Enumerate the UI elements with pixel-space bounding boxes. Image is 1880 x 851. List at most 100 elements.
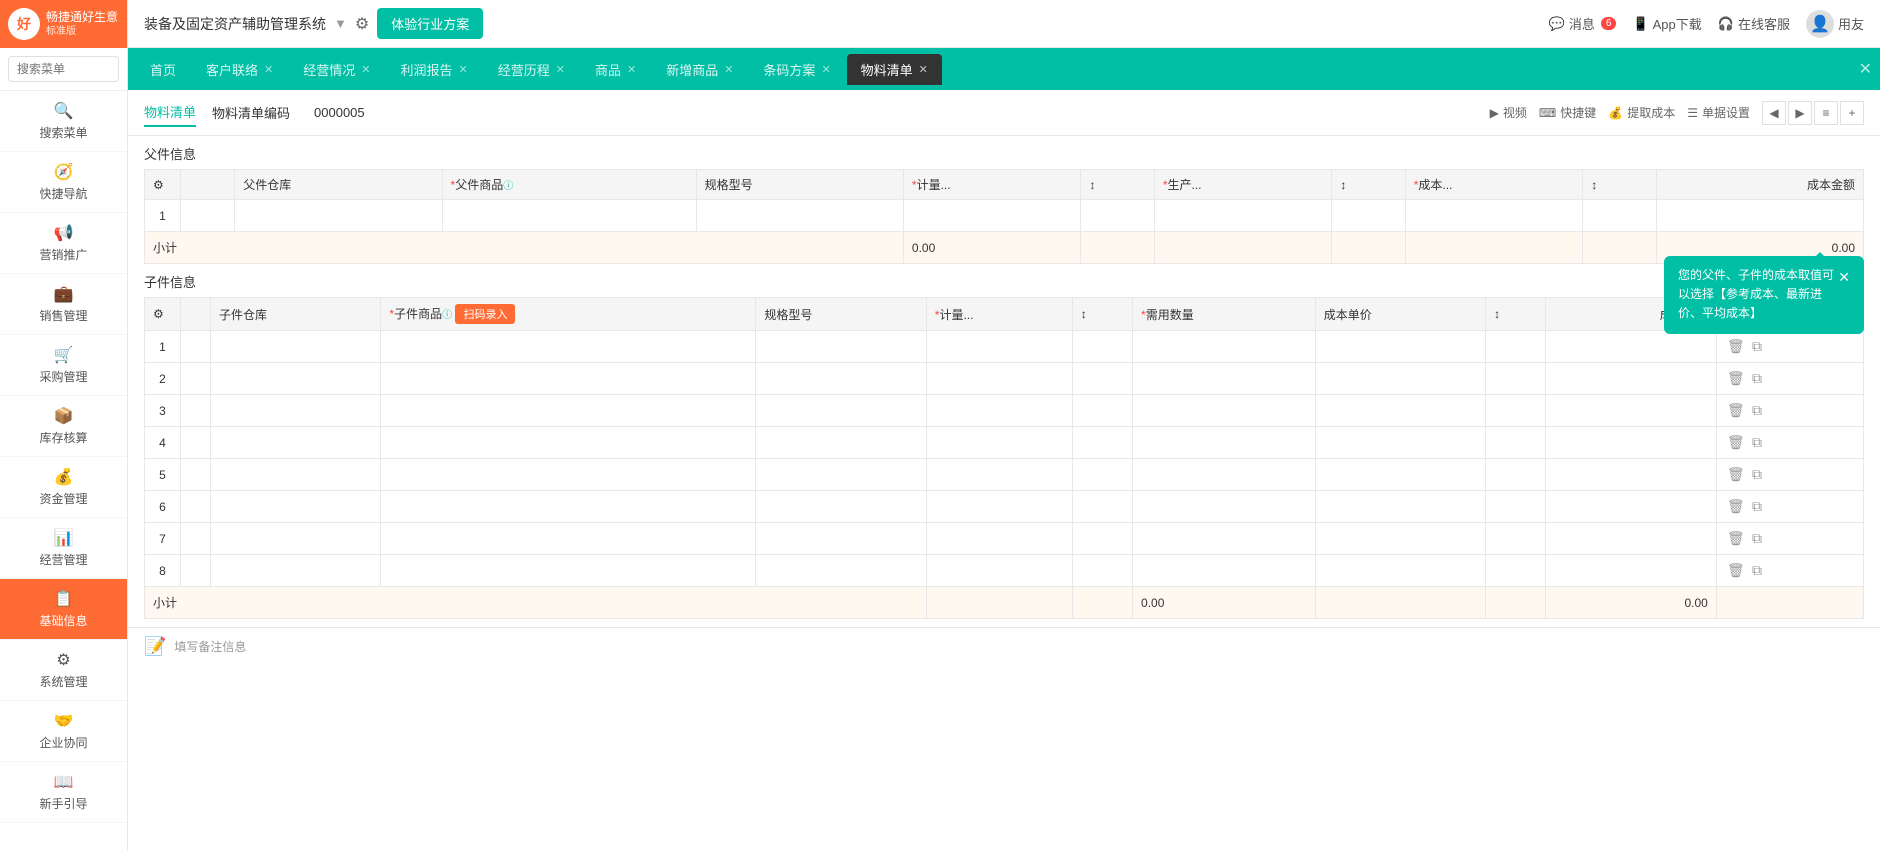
user-item[interactable]: 👤 用友	[1806, 10, 1864, 38]
delete-icon[interactable]: 🗑	[1727, 530, 1745, 546]
tab-close-icon[interactable]: ✕	[361, 63, 370, 76]
parent-row-1-production[interactable]	[1154, 200, 1332, 232]
child-row-3-product[interactable]	[381, 395, 756, 427]
child-th-settings[interactable]: ⚙	[145, 298, 181, 331]
child-row-2-warehouse[interactable]	[211, 363, 381, 395]
sidebar-item-营销推广[interactable]: 📢营销推广	[0, 213, 127, 274]
delete-icon[interactable]: 🗑	[1727, 434, 1745, 450]
child-row-8-unit-price[interactable]	[1315, 555, 1485, 587]
child-row-6-product[interactable]	[381, 491, 756, 523]
child-row-2-qty[interactable]	[1133, 363, 1316, 395]
trial-button[interactable]: 体验行业方案	[377, 8, 483, 39]
child-row-8-unit[interactable]	[926, 555, 1072, 587]
tab-close-icon[interactable]: ✕	[627, 63, 636, 76]
child-row-6-qty[interactable]	[1133, 491, 1316, 523]
sidebar-item-采购管理[interactable]: 🛒采购管理	[0, 335, 127, 396]
child-row-1-spec[interactable]	[756, 331, 926, 363]
copy-icon[interactable]: ⧉	[1752, 402, 1762, 418]
nav-tab-2[interactable]: 经营情况✕	[289, 54, 384, 85]
copy-icon[interactable]: ⧉	[1752, 562, 1762, 578]
sidebar-item-经营管理[interactable]: 📊经营管理	[0, 518, 127, 579]
nav-tab-0[interactable]: 首页	[136, 54, 190, 85]
child-row-2-unit-price[interactable]	[1315, 363, 1485, 395]
tab-close-icon[interactable]: ✕	[919, 63, 928, 76]
child-row-5-spec[interactable]	[756, 459, 926, 491]
next-page-btn[interactable]: ▶	[1788, 101, 1812, 125]
delete-icon[interactable]: 🗑	[1727, 370, 1745, 386]
child-row-3-unit-price[interactable]	[1315, 395, 1485, 427]
tabs-close-right[interactable]: ✕	[1859, 59, 1872, 79]
child-row-7-unit-price[interactable]	[1315, 523, 1485, 555]
delete-icon[interactable]: 🗑	[1727, 498, 1745, 514]
child-row-5-warehouse[interactable]	[211, 459, 381, 491]
parent-row-1-warehouse[interactable]	[235, 200, 442, 232]
sub-tab-material-list[interactable]: 物料清单	[144, 98, 196, 127]
child-row-1-qty[interactable]	[1133, 331, 1316, 363]
child-row-3-qty[interactable]	[1133, 395, 1316, 427]
child-row-8-warehouse[interactable]	[211, 555, 381, 587]
scan-btn[interactable]: 扫码录入	[455, 304, 515, 324]
child-row-7-qty[interactable]	[1133, 523, 1316, 555]
child-row-3-warehouse[interactable]	[211, 395, 381, 427]
child-row-7-unit[interactable]	[926, 523, 1072, 555]
copy-icon[interactable]: ⧉	[1752, 498, 1762, 514]
child-row-7-product[interactable]	[381, 523, 756, 555]
message-item[interactable]: 💬 消息 6	[1549, 14, 1617, 33]
child-row-1-product[interactable]	[381, 331, 756, 363]
nav-tab-8[interactable]: 物料清单✕	[847, 54, 942, 85]
tab-close-icon[interactable]: ✕	[459, 63, 468, 76]
nav-tab-4[interactable]: 经营历程✕	[484, 54, 579, 85]
child-row-4-spec[interactable]	[756, 427, 926, 459]
sidebar-item-企业协同[interactable]: 🤝企业协同	[0, 701, 127, 762]
child-row-6-unit-price[interactable]	[1315, 491, 1485, 523]
copy-icon[interactable]: ⧉	[1752, 530, 1762, 546]
delete-icon[interactable]: 🗑	[1727, 562, 1745, 578]
child-row-6-spec[interactable]	[756, 491, 926, 523]
parent-row-1-unit[interactable]	[903, 200, 1081, 232]
child-row-8-product[interactable]	[381, 555, 756, 587]
child-row-2-spec[interactable]	[756, 363, 926, 395]
parent-row-1-product[interactable]	[442, 200, 696, 232]
prev-page-btn[interactable]: ◀	[1762, 101, 1786, 125]
child-row-2-unit[interactable]	[926, 363, 1072, 395]
dropdown-icon[interactable]: ▼	[334, 16, 347, 31]
app-download-item[interactable]: 📱 App下载	[1632, 14, 1701, 33]
nav-tab-7[interactable]: 条码方案✕	[749, 54, 844, 85]
sidebar-item-基础信息[interactable]: 📋基础信息	[0, 579, 127, 640]
delete-icon[interactable]: 🗑	[1727, 402, 1745, 418]
sidebar-item-快捷导航[interactable]: 🧭快捷导航	[0, 152, 127, 213]
child-row-6-unit[interactable]	[926, 491, 1072, 523]
parent-row-1-spec[interactable]	[696, 200, 903, 232]
tab-close-icon[interactable]: ✕	[821, 63, 830, 76]
child-row-4-unit-price[interactable]	[1315, 427, 1485, 459]
child-row-5-unit[interactable]	[926, 459, 1072, 491]
child-row-5-qty[interactable]	[1133, 459, 1316, 491]
child-row-8-qty[interactable]	[1133, 555, 1316, 587]
nav-tab-5[interactable]: 商品✕	[581, 54, 650, 85]
delete-icon[interactable]: 🗑	[1727, 466, 1745, 482]
child-row-1-unit-price[interactable]	[1315, 331, 1485, 363]
tab-close-icon[interactable]: ✕	[724, 63, 733, 76]
sidebar-item-销售管理[interactable]: 💼销售管理	[0, 274, 127, 335]
child-row-3-unit[interactable]	[926, 395, 1072, 427]
sidebar-item-资金管理[interactable]: 💰资金管理	[0, 457, 127, 518]
child-row-4-warehouse[interactable]	[211, 427, 381, 459]
sidebar-item-新手引导[interactable]: 📖新手引导	[0, 762, 127, 823]
online-service-item[interactable]: 🎧 在线客服	[1718, 14, 1790, 33]
delete-icon[interactable]: 🗑	[1727, 338, 1745, 354]
child-row-2-product[interactable]	[381, 363, 756, 395]
child-row-4-qty[interactable]	[1133, 427, 1316, 459]
gear-icon[interactable]: ⚙	[355, 14, 369, 34]
tooltip-close-btn[interactable]: ✕	[1838, 266, 1850, 288]
copy-icon[interactable]: ⧉	[1752, 434, 1762, 450]
list-view-btn[interactable]: ≡	[1814, 101, 1838, 125]
add-row-btn[interactable]: +	[1840, 101, 1864, 125]
child-row-4-product[interactable]	[381, 427, 756, 459]
child-row-7-spec[interactable]	[756, 523, 926, 555]
nav-tab-1[interactable]: 客户联络✕	[192, 54, 287, 85]
nav-tab-6[interactable]: 新增商品✕	[652, 54, 747, 85]
child-row-3-spec[interactable]	[756, 395, 926, 427]
child-row-1-unit[interactable]	[926, 331, 1072, 363]
child-row-6-warehouse[interactable]	[211, 491, 381, 523]
sidebar-item-库存核算[interactable]: 📦库存核算	[0, 396, 127, 457]
